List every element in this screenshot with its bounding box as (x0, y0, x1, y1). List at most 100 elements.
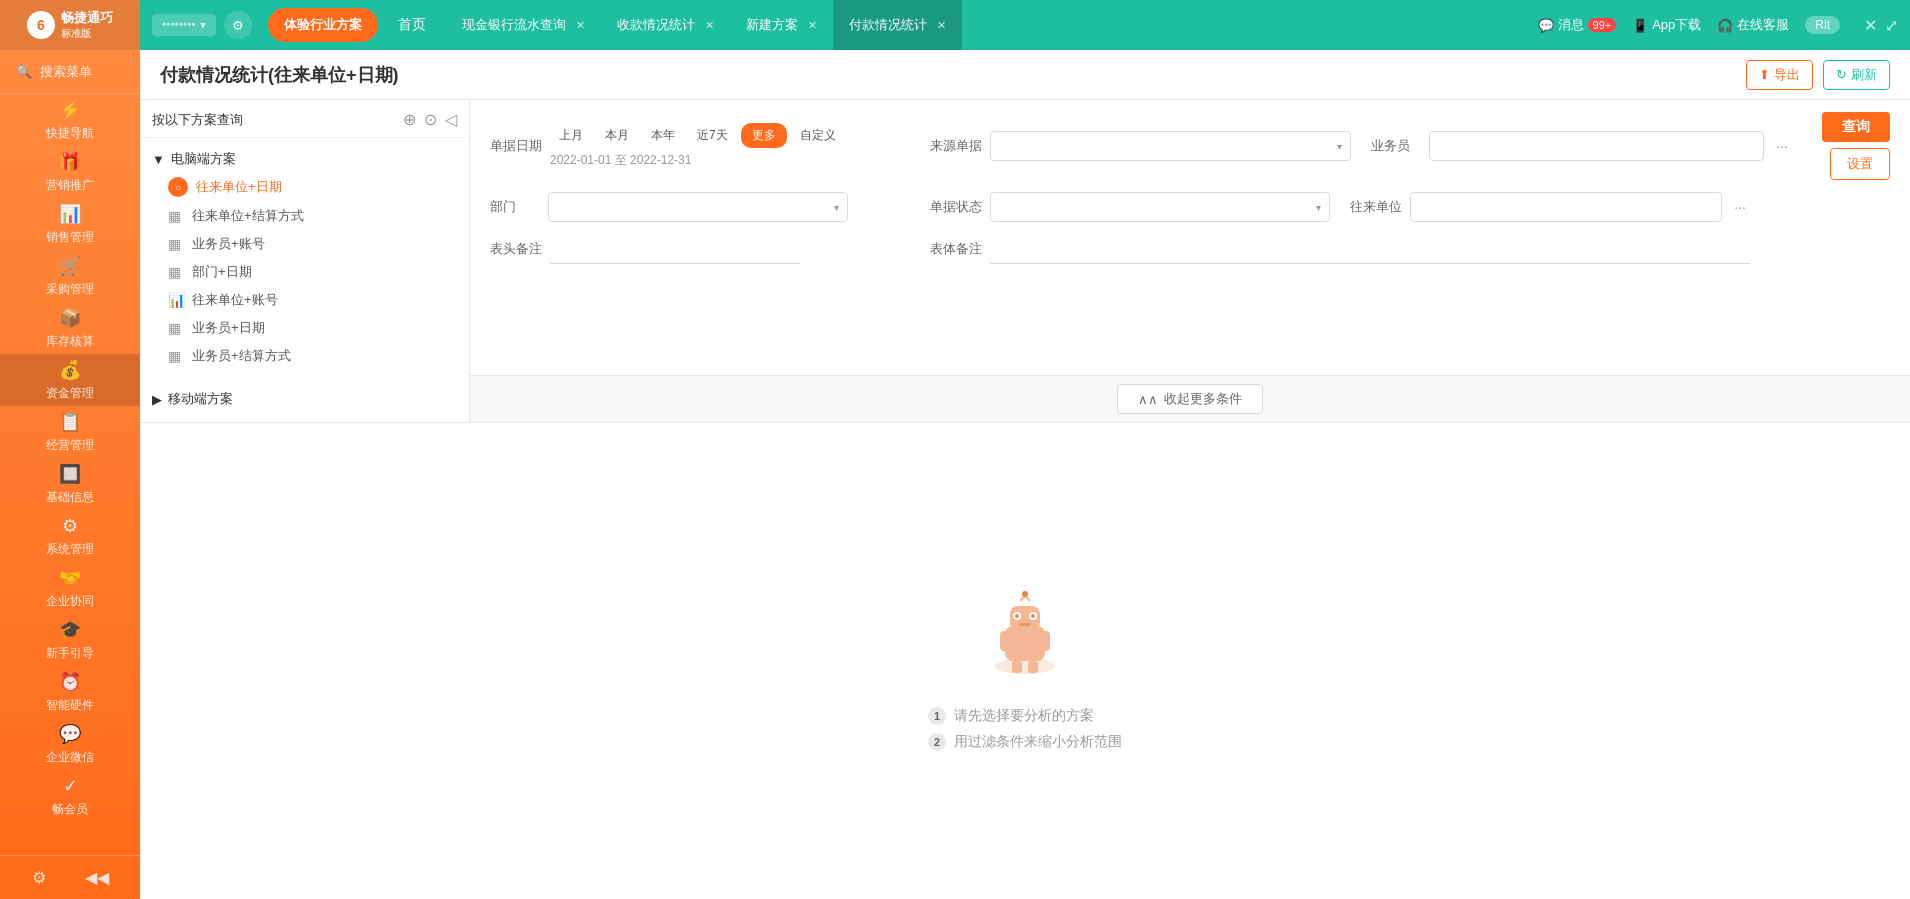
tab-collection-stats[interactable]: 收款情况统计 ✕ (601, 0, 730, 50)
doc-status-select[interactable]: ▾ (990, 192, 1330, 222)
svg-point-5 (1015, 614, 1019, 618)
sidebar-item-quick-nav[interactable]: ⚡ 快捷导航 (0, 94, 140, 146)
tab-payment-stats-label: 付款情况统计 (849, 16, 927, 34)
scheme-add-icon[interactable]: ⊕ (403, 110, 416, 129)
date-label: 单据日期 (490, 137, 542, 155)
sidebar-item-label: 新手引导 (46, 645, 94, 662)
scheme-collapse-icon[interactable]: ◁ (445, 110, 457, 129)
app-download-button[interactable]: 📱 App下载 (1632, 16, 1701, 34)
tab-new-scheme[interactable]: 新建方案 ✕ (730, 0, 833, 50)
svg-rect-8 (1000, 631, 1008, 651)
sidebar-item-marketing[interactable]: 🎁 营销推广 (0, 146, 140, 198)
sidebar-item-purchase[interactable]: 🛒 采购管理 (0, 250, 140, 302)
date-opt-this-year[interactable]: 本年 (642, 123, 684, 148)
user-avatar-button[interactable]: Rit (1805, 16, 1840, 34)
query-button[interactable]: 查询 (1822, 112, 1890, 142)
sidebar-item-sales[interactable]: 📊 销售管理 (0, 198, 140, 250)
tab-bank-flow[interactable]: 现金银行流水查询 ✕ (446, 0, 601, 50)
scheme-item-staff-account[interactable]: ▦ 业务员+账号 (160, 230, 457, 258)
scheme-item-unit-date[interactable]: ○ 往来单位+日期 (160, 172, 457, 202)
industry-trial-button[interactable]: 体验行业方案 (268, 8, 378, 42)
sidebar-item-guide[interactable]: 🎓 新手引导 (0, 614, 140, 666)
scheme-settings-icon[interactable]: ⊙ (424, 110, 437, 129)
scheme-item-unit-payment[interactable]: ▦ 往来单位+结算方式 (160, 202, 457, 230)
svg-rect-7 (1019, 623, 1031, 626)
sidebar-item-label: 企业协同 (46, 593, 94, 610)
svg-rect-1 (1005, 626, 1045, 661)
sidebar-item-inventory[interactable]: 📦 库存核算 (0, 302, 140, 354)
section-arrow-right-icon: ▶ (152, 392, 162, 407)
scheme-item-unit-account[interactable]: 📊 往来单位+账号 (160, 286, 457, 314)
counterpart-select[interactable] (1410, 192, 1722, 222)
robot-illustration (965, 571, 1085, 691)
date-opt-custom[interactable]: 自定义 (791, 123, 845, 148)
pc-section-toggle[interactable]: ▼ 电脑端方案 (152, 146, 457, 172)
sidebar-item-label: 营销推广 (46, 177, 94, 194)
source-select[interactable]: ▾ (990, 131, 1351, 161)
tab-new-scheme-label: 新建方案 (746, 16, 798, 34)
sidebar-item-wechat[interactable]: 💬 企业微信 (0, 718, 140, 770)
scheme-icon: ▦ (168, 320, 184, 336)
online-service-button[interactable]: 🎧 在线客服 (1717, 16, 1789, 34)
date-opt-last-7days[interactable]: 近7天 (688, 123, 737, 148)
maximize-window-button[interactable]: ⤢ (1885, 16, 1898, 35)
window-buttons: ✕ ⤢ (1864, 16, 1898, 35)
user-selector[interactable]: •••••••• ▾ (152, 14, 216, 36)
dept-field: 部门 ▾ (490, 192, 910, 222)
dept-select[interactable]: ▾ (548, 192, 848, 222)
salesperson-more-icon[interactable]: ··· (1772, 138, 1792, 154)
operation-icon: 📋 (59, 411, 81, 433)
scheme-item-label: 部门+日期 (192, 263, 252, 281)
sidebar-item-label: 经营管理 (46, 437, 94, 454)
tab-home[interactable]: 首页 (378, 0, 446, 50)
scheme-item-staff-date[interactable]: ▦ 业务员+日期 (160, 314, 457, 342)
sidebar-item-enterprise[interactable]: 🤝 企业协同 (0, 562, 140, 614)
tab-collection-stats-close[interactable]: ✕ (705, 19, 714, 32)
sidebar-item-finance[interactable]: 💰 资金管理 (0, 354, 140, 406)
collapse-icon: ∧∧ (1138, 392, 1158, 407)
sidebar-item-basic[interactable]: 🔲 基础信息 (0, 458, 140, 510)
salesperson-select[interactable] (1429, 131, 1764, 161)
message-button[interactable]: 💬 消息 99+ (1538, 16, 1617, 34)
date-options: 上月 本月 本年 近7天 更多 自定义 (550, 123, 845, 148)
sidebar-item-operation[interactable]: 📋 经营管理 (0, 406, 140, 458)
export-button[interactable]: ⬆ 导出 (1746, 60, 1813, 90)
collapse-filter-button[interactable]: ∧∧ 收起更多条件 (1117, 384, 1263, 414)
tab-new-scheme-close[interactable]: ✕ (808, 19, 817, 32)
sidebar-item-system[interactable]: ⚙ 系统管理 (0, 510, 140, 562)
date-opt-this-month[interactable]: 本月 (596, 123, 638, 148)
scheme-items-list: ○ 往来单位+日期 ▦ 往来单位+结算方式 ▦ 业务员+账号 ▦ 部门+日期 (152, 172, 457, 370)
tab-bank-flow-close[interactable]: ✕ (576, 19, 585, 32)
tab-payment-stats-close[interactable]: ✕ (937, 19, 946, 32)
sidebar: 6 畅捷通巧 标准版 🔍 搜索菜单 ⚡ 快捷导航 🎁 营销推广 📊 销售管理 🛒… (0, 0, 140, 899)
content-actions: ⬆ 导出 ↻ 刷新 (1746, 60, 1890, 90)
scheme-item-dept-date[interactable]: ▦ 部门+日期 (160, 258, 457, 286)
date-opt-more[interactable]: 更多 (741, 123, 787, 148)
tip-text-2: 用过滤条件来缩小分析范围 (954, 733, 1122, 751)
sidebar-item-hardware[interactable]: ⏰ 智能硬件 (0, 666, 140, 718)
filter-settings-button[interactable]: 设置 (1830, 148, 1890, 180)
counterpart-more-icon[interactable]: ··· (1730, 199, 1750, 215)
refresh-button[interactable]: ↻ 刷新 (1823, 60, 1890, 90)
settings-icon[interactable]: ⚙ (32, 868, 46, 887)
message-label: 消息 (1558, 16, 1584, 34)
tab-payment-stats[interactable]: 付款情况统计 ✕ (833, 0, 962, 50)
header-note-input[interactable] (550, 234, 800, 264)
body-note-input[interactable] (990, 234, 1750, 264)
filter-row-1: 单据日期 上月 本月 本年 近7天 更多 自定义 2022-01-01 至 20… (490, 112, 1890, 180)
sidebar-search[interactable]: 🔍 搜索菜单 (0, 50, 140, 94)
enterprise-icon: 🤝 (59, 567, 81, 589)
svg-point-6 (1031, 614, 1035, 618)
collapse-sidebar-icon[interactable]: ◀◀ (85, 868, 109, 887)
svg-rect-9 (1042, 631, 1050, 651)
close-window-button[interactable]: ✕ (1864, 16, 1877, 35)
sidebar-item-member[interactable]: ✓ 畅会员 (0, 770, 140, 822)
scheme-item-staff-payment[interactable]: ▦ 业务员+结算方式 (160, 342, 457, 370)
gear-settings-icon[interactable]: ⚙ (224, 11, 252, 39)
date-opt-last-month[interactable]: 上月 (550, 123, 592, 148)
logo-icon: 6 (27, 11, 55, 39)
mobile-section-label: 移动端方案 (168, 390, 233, 408)
wechat-icon: 💬 (59, 723, 81, 745)
pc-scheme-section: ▼ 电脑端方案 ○ 往来单位+日期 ▦ 往来单位+结算方式 ▦ 业务员+账号 (140, 138, 469, 370)
mobile-section-toggle[interactable]: ▶ 移动端方案 (152, 386, 457, 412)
